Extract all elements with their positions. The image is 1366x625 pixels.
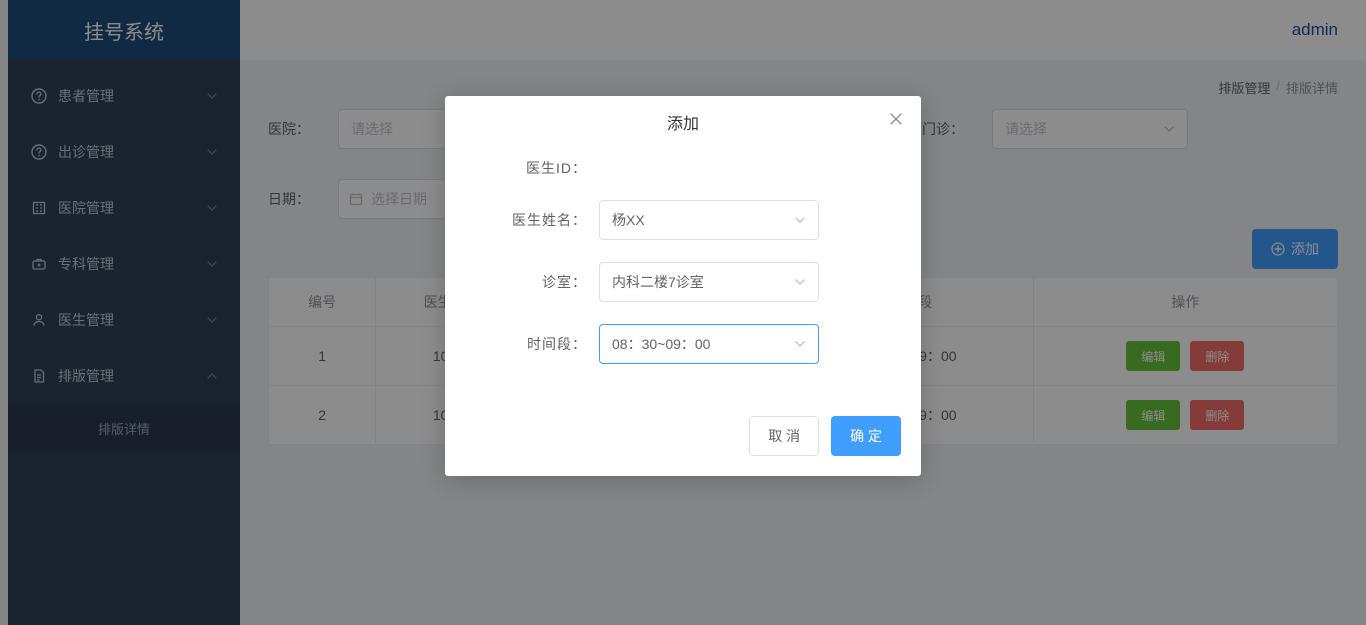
room-select[interactable]: 内科二楼7诊室 xyxy=(599,262,819,302)
ok-button[interactable]: 确 定 xyxy=(831,416,901,456)
app-root: 挂号系统 患者管理 出诊管理 xyxy=(0,0,1366,625)
select-value: 杨XX xyxy=(612,210,645,230)
form-label: 时间段： xyxy=(475,334,599,354)
close-icon[interactable] xyxy=(889,112,903,126)
form-label: 医生ID： xyxy=(475,158,599,178)
chevron-down-icon xyxy=(794,338,806,350)
select-value: 08：30~09：00 xyxy=(612,334,710,354)
form-row-slot: 时间段： 08：30~09：00 xyxy=(475,324,881,364)
doctor-name-select[interactable]: 杨XX xyxy=(599,200,819,240)
dialog-body: 医生ID： 医生姓名： 杨XX 诊室： xyxy=(445,148,921,406)
dialog-footer: 取 消 确 定 xyxy=(445,406,921,476)
form-row-doctor-name: 医生姓名： 杨XX xyxy=(475,200,881,240)
chevron-down-icon xyxy=(794,214,806,226)
dialog-header: 添加 xyxy=(445,96,921,148)
add-dialog: 添加 医生ID： 医生姓名： 杨XX xyxy=(445,96,921,476)
chevron-down-icon xyxy=(794,276,806,288)
slot-select[interactable]: 08：30~09：00 xyxy=(599,324,819,364)
form-label: 医生姓名： xyxy=(475,210,599,230)
select-value: 内科二楼7诊室 xyxy=(612,272,704,292)
form-row-room: 诊室： 内科二楼7诊室 xyxy=(475,262,881,302)
form-row-doctor-id: 医生ID： xyxy=(475,158,881,178)
form-label: 诊室： xyxy=(475,272,599,292)
modal-mask[interactable]: 添加 医生ID： 医生姓名： 杨XX xyxy=(0,0,1366,625)
dialog-title: 添加 xyxy=(667,110,699,134)
cancel-button[interactable]: 取 消 xyxy=(749,416,819,456)
